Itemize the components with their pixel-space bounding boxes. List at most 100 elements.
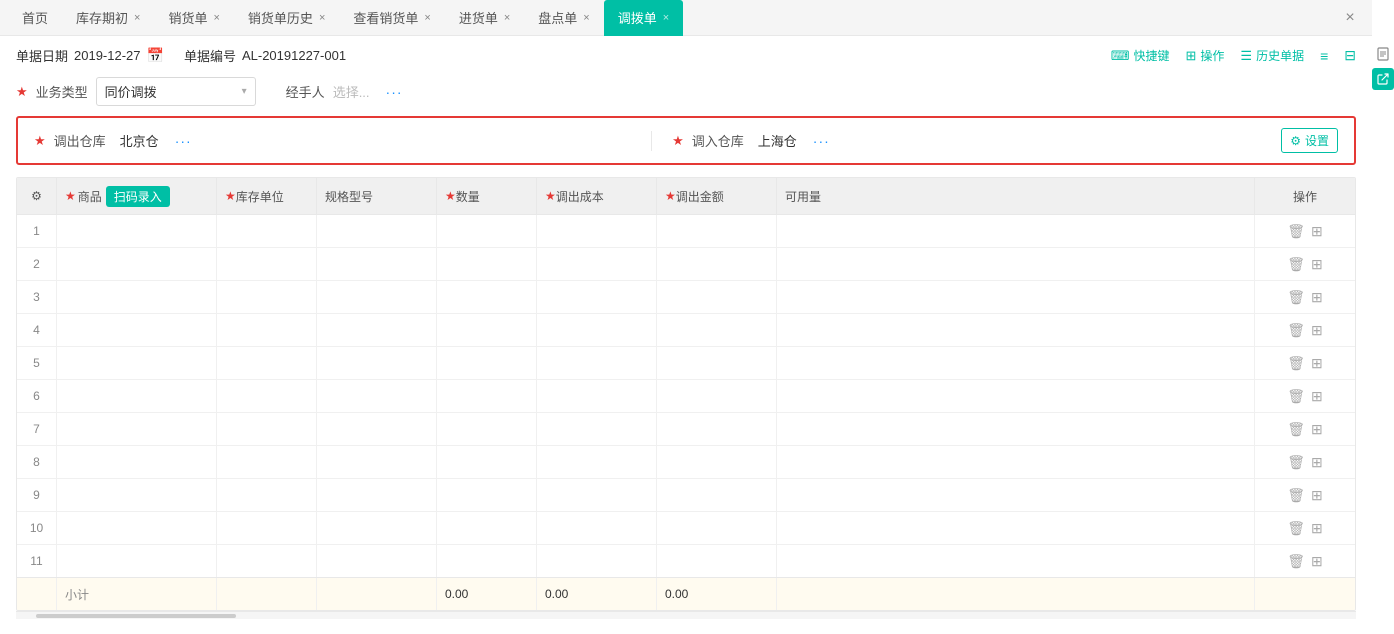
row-available[interactable] bbox=[777, 479, 1255, 511]
row-spec[interactable] bbox=[317, 281, 437, 313]
row-available[interactable] bbox=[777, 380, 1255, 412]
tab-close-view-sales[interactable]: × bbox=[424, 12, 430, 24]
row-amount[interactable] bbox=[657, 281, 777, 313]
row-amount[interactable] bbox=[657, 446, 777, 478]
row-quantity[interactable] bbox=[437, 413, 537, 445]
history-button[interactable]: ☰ 历史单据 bbox=[1240, 47, 1304, 64]
tab-close-sales-history[interactable]: × bbox=[319, 12, 325, 24]
row-quantity[interactable] bbox=[437, 479, 537, 511]
row-spec[interactable] bbox=[317, 380, 437, 412]
handler-more-button[interactable]: ··· bbox=[386, 84, 403, 100]
tab-close-transfer-order[interactable]: × bbox=[663, 12, 669, 24]
row-product[interactable] bbox=[57, 446, 217, 478]
row-cost[interactable] bbox=[537, 215, 657, 247]
delete-row-button[interactable]: 🗑 bbox=[1287, 322, 1305, 339]
row-product[interactable] bbox=[57, 413, 217, 445]
copy-row-button[interactable]: ⊞ bbox=[1311, 487, 1323, 504]
tab-home[interactable]: 首页 bbox=[8, 0, 62, 36]
row-amount[interactable] bbox=[657, 248, 777, 280]
row-unit[interactable] bbox=[217, 413, 317, 445]
row-spec[interactable] bbox=[317, 314, 437, 346]
row-amount[interactable] bbox=[657, 215, 777, 247]
row-product[interactable] bbox=[57, 281, 217, 313]
row-unit[interactable] bbox=[217, 479, 317, 511]
horizontal-scrollbar[interactable] bbox=[16, 611, 1356, 619]
row-amount[interactable] bbox=[657, 347, 777, 379]
row-quantity[interactable] bbox=[437, 281, 537, 313]
row-available[interactable] bbox=[777, 215, 1255, 247]
handler-placeholder[interactable]: 选择... bbox=[333, 82, 370, 101]
row-amount[interactable] bbox=[657, 380, 777, 412]
delete-row-button[interactable]: 🗑 bbox=[1287, 355, 1305, 372]
business-type-select[interactable]: 同价调拨 ▾ bbox=[96, 77, 256, 106]
tab-close-inventory-init[interactable]: × bbox=[134, 12, 140, 24]
delete-row-button[interactable]: 🗑 bbox=[1287, 388, 1305, 405]
copy-row-button[interactable]: ⊞ bbox=[1311, 223, 1323, 240]
tab-close-inventory-check[interactable]: × bbox=[583, 12, 589, 24]
row-available[interactable] bbox=[777, 512, 1255, 544]
sidebar-external-link-button[interactable] bbox=[1372, 68, 1394, 90]
row-spec[interactable] bbox=[317, 545, 437, 577]
row-amount[interactable] bbox=[657, 479, 777, 511]
delete-row-button[interactable]: 🗑 bbox=[1287, 520, 1305, 537]
row-cost[interactable] bbox=[537, 281, 657, 313]
row-quantity[interactable] bbox=[437, 314, 537, 346]
operation-button[interactable]: ⊞ 操作 bbox=[1186, 47, 1225, 64]
row-unit[interactable] bbox=[217, 248, 317, 280]
row-available[interactable] bbox=[777, 446, 1255, 478]
row-unit[interactable] bbox=[217, 215, 317, 247]
copy-row-button[interactable]: ⊞ bbox=[1311, 553, 1323, 570]
row-product[interactable] bbox=[57, 215, 217, 247]
copy-row-button[interactable]: ⊞ bbox=[1311, 289, 1323, 306]
layout-list-button[interactable]: ≡ bbox=[1320, 48, 1328, 64]
row-unit[interactable] bbox=[217, 314, 317, 346]
delete-row-button[interactable]: 🗑 bbox=[1287, 553, 1305, 570]
row-amount[interactable] bbox=[657, 413, 777, 445]
row-unit[interactable] bbox=[217, 446, 317, 478]
row-available[interactable] bbox=[777, 248, 1255, 280]
tab-sales-history[interactable]: 销货单历史 × bbox=[234, 0, 339, 36]
tab-transfer-order[interactable]: 调拨单 × bbox=[604, 0, 683, 36]
row-amount[interactable] bbox=[657, 314, 777, 346]
row-cost[interactable] bbox=[537, 347, 657, 379]
row-spec[interactable] bbox=[317, 512, 437, 544]
row-unit[interactable] bbox=[217, 281, 317, 313]
row-cost[interactable] bbox=[537, 314, 657, 346]
row-quantity[interactable] bbox=[437, 446, 537, 478]
row-available[interactable] bbox=[777, 413, 1255, 445]
copy-row-button[interactable]: ⊞ bbox=[1311, 322, 1323, 339]
copy-row-button[interactable]: ⊞ bbox=[1311, 421, 1323, 438]
transfer-out-more-button[interactable]: ··· bbox=[175, 133, 192, 149]
row-spec[interactable] bbox=[317, 479, 437, 511]
row-product[interactable] bbox=[57, 314, 217, 346]
row-spec[interactable] bbox=[317, 248, 437, 280]
row-spec[interactable] bbox=[317, 446, 437, 478]
row-available[interactable] bbox=[777, 545, 1255, 577]
row-quantity[interactable] bbox=[437, 545, 537, 577]
row-cost[interactable] bbox=[537, 413, 657, 445]
tab-view-sales[interactable]: 查看销货单 × bbox=[339, 0, 444, 36]
row-product[interactable] bbox=[57, 512, 217, 544]
window-close-button[interactable]: × bbox=[1336, 4, 1364, 32]
settings-button[interactable]: ⚙ 设置 bbox=[1281, 128, 1338, 153]
row-amount[interactable] bbox=[657, 512, 777, 544]
tab-close-purchase-order[interactable]: × bbox=[504, 12, 510, 24]
copy-row-button[interactable]: ⊞ bbox=[1311, 388, 1323, 405]
tab-purchase-order[interactable]: 进货单 × bbox=[445, 0, 524, 36]
row-cost[interactable] bbox=[537, 479, 657, 511]
row-available[interactable] bbox=[777, 347, 1255, 379]
row-product[interactable] bbox=[57, 545, 217, 577]
row-unit[interactable] bbox=[217, 380, 317, 412]
delete-row-button[interactable]: 🗑 bbox=[1287, 454, 1305, 471]
row-amount[interactable] bbox=[657, 545, 777, 577]
row-spec[interactable] bbox=[317, 347, 437, 379]
copy-row-button[interactable]: ⊞ bbox=[1311, 256, 1323, 273]
row-available[interactable] bbox=[777, 281, 1255, 313]
row-product[interactable] bbox=[57, 347, 217, 379]
copy-row-button[interactable]: ⊞ bbox=[1311, 355, 1323, 372]
tab-inventory-init[interactable]: 库存期初 × bbox=[62, 0, 154, 36]
row-spec[interactable] bbox=[317, 215, 437, 247]
tab-inventory-check[interactable]: 盘点单 × bbox=[524, 0, 603, 36]
delete-row-button[interactable]: 🗑 bbox=[1287, 256, 1305, 273]
row-quantity[interactable] bbox=[437, 248, 537, 280]
